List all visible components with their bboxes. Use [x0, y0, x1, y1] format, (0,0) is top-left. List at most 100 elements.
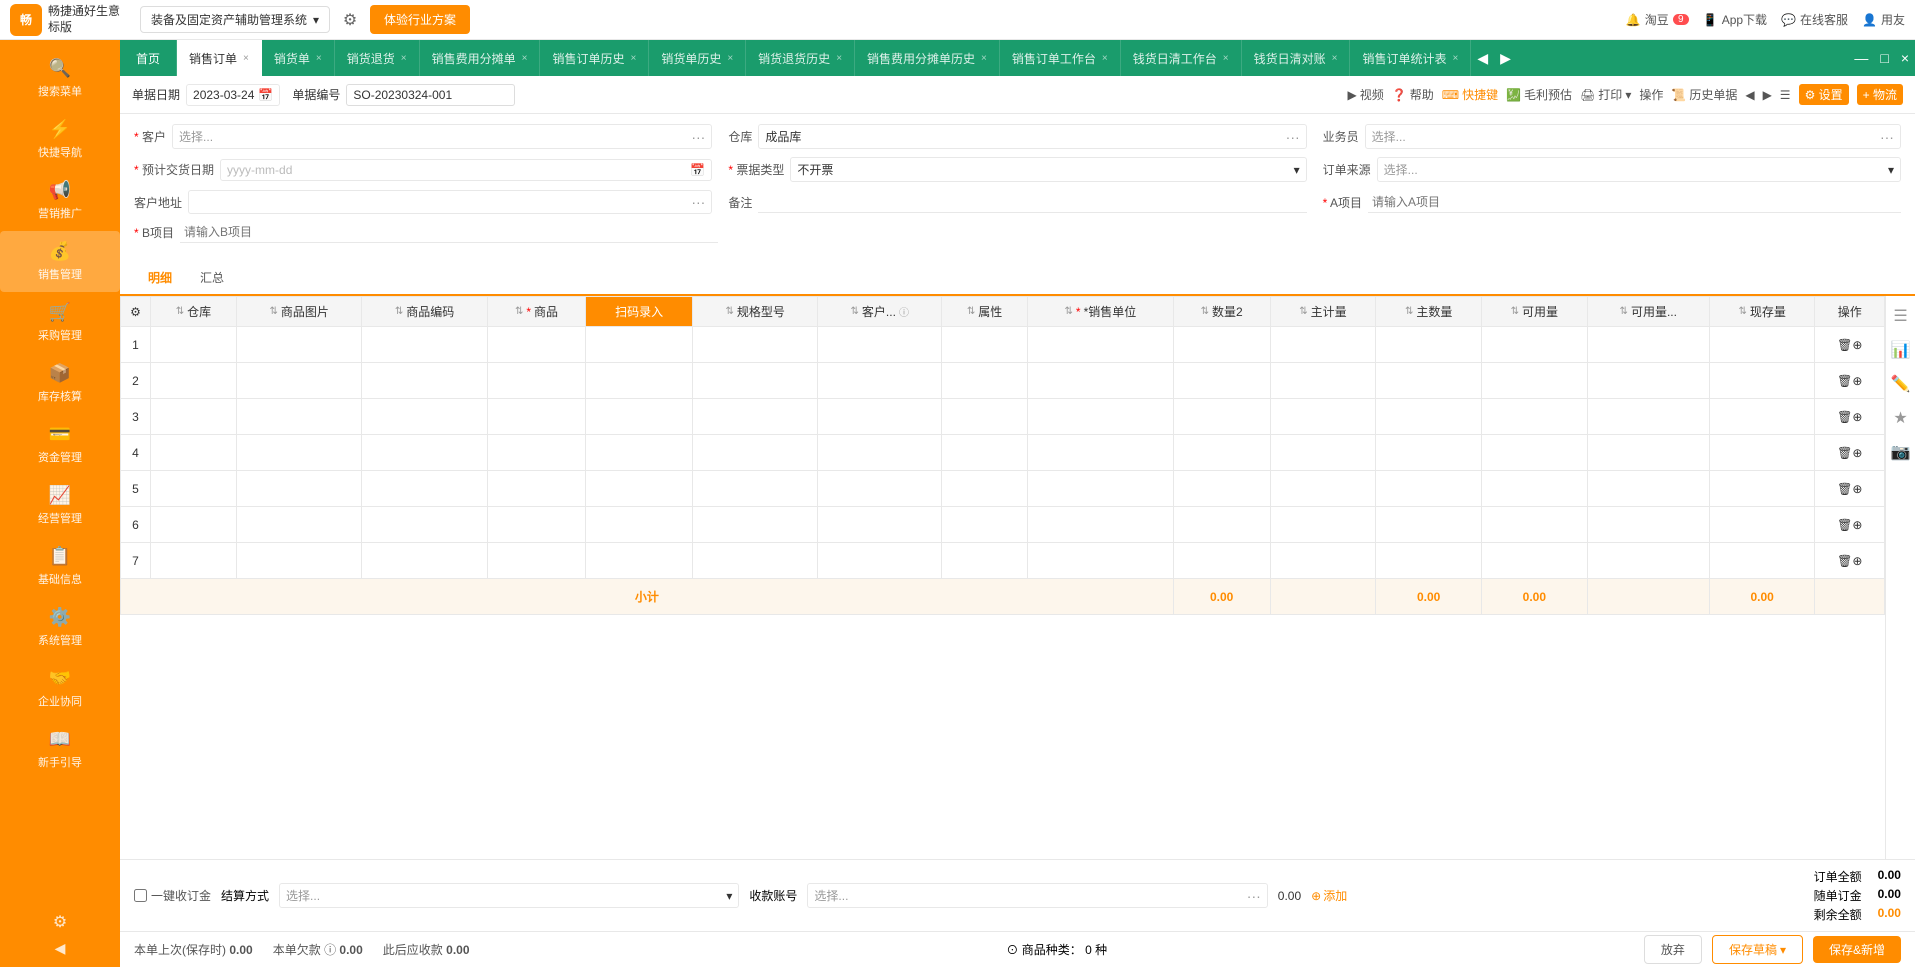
sidebar-item-operations[interactable]: 📈 经营管理: [0, 475, 120, 536]
sidebar-item-finance[interactable]: 💳 资金管理: [0, 414, 120, 475]
copy-row-icon[interactable]: ⊕: [1852, 446, 1862, 460]
col-unit[interactable]: ⇅**销售单位: [1028, 297, 1174, 327]
view-toggle-list[interactable]: ☰: [1780, 88, 1791, 102]
copy-row-icon[interactable]: ⊕: [1852, 518, 1862, 532]
customer-dots-button[interactable]: ···: [691, 129, 705, 145]
col-code[interactable]: ⇅商品编码: [362, 297, 487, 327]
invoice-type-select[interactable]: 不开票 ▾: [790, 157, 1306, 182]
account-input[interactable]: 选择... ···: [807, 883, 1267, 908]
tab-return[interactable]: 销货退货 ×: [335, 40, 420, 76]
col-scan[interactable]: 扫码录入: [586, 297, 693, 327]
tab-close-sales-order[interactable]: ×: [243, 53, 249, 64]
help-button[interactable]: ❓ 帮助: [1392, 86, 1434, 103]
delete-row-icon[interactable]: 🗑: [1837, 374, 1852, 388]
operation-button[interactable]: 操作: [1639, 86, 1663, 103]
col-main-qty[interactable]: ⇅主数量: [1376, 297, 1482, 327]
gear-button[interactable]: ⚙: [336, 6, 364, 34]
col-available2[interactable]: ⇅可用量...: [1587, 297, 1709, 327]
sidebar-item-marketing[interactable]: 📢 营销推广: [0, 170, 120, 231]
support-button[interactable]: 💬 在线客服: [1781, 11, 1848, 28]
save-draft-button[interactable]: 保存草稿 ▾: [1712, 935, 1803, 964]
one-click-checkbox-input[interactable]: [134, 889, 147, 902]
shortcut-button[interactable]: ⌨ 快捷键: [1442, 86, 1498, 103]
tab-return-history[interactable]: 销货退货历史 ×: [746, 40, 855, 76]
industry-button[interactable]: 体验行业方案: [370, 5, 470, 34]
tab-detail[interactable]: 明细: [134, 261, 186, 296]
tab-daily-account[interactable]: 钱货日清对账 ×: [1242, 40, 1351, 76]
tab-restore-button[interactable]: □: [1874, 50, 1894, 66]
right-icon-edit[interactable]: ✏️: [1891, 374, 1911, 394]
warehouse-input[interactable]: 成品库 ···: [758, 124, 1306, 149]
tab-sales-order[interactable]: 销售订单 ×: [177, 40, 262, 76]
sidebar-item-guide[interactable]: 📖 新手引导: [0, 719, 120, 780]
tab-close-fee-split[interactable]: ×: [522, 53, 528, 64]
add-button[interactable]: ⊕ 添加: [1311, 887, 1347, 904]
tab-close-daily-account[interactable]: ×: [1332, 53, 1338, 64]
nav-next-record[interactable]: ▶: [1763, 88, 1772, 102]
user-menu[interactable]: 👤 用友: [1862, 11, 1905, 28]
delete-row-icon[interactable]: 🗑: [1837, 338, 1852, 352]
tab-minimize-button[interactable]: —: [1848, 50, 1874, 66]
delete-row-icon[interactable]: 🗑: [1837, 554, 1852, 568]
tab-sales-goods[interactable]: 销货单 ×: [262, 40, 335, 76]
tab-home[interactable]: 首页: [120, 40, 177, 76]
settings-button[interactable]: ⚙ 设置: [1799, 84, 1849, 105]
copy-row-icon[interactable]: ⊕: [1852, 482, 1862, 496]
col-image[interactable]: ⇅商品图片: [236, 297, 361, 327]
tab-close-order-stats[interactable]: ×: [1452, 53, 1458, 64]
col-warehouse[interactable]: ⇅仓库: [151, 297, 237, 327]
tab-close-daily-workbench[interactable]: ×: [1223, 53, 1229, 64]
col-qty2[interactable]: ⇅数量2: [1173, 297, 1270, 327]
copy-row-icon[interactable]: ⊕: [1852, 410, 1862, 424]
one-click-checkbox[interactable]: 一键收订金: [134, 887, 211, 904]
notification-button[interactable]: 🔔 淘豆 9: [1626, 11, 1689, 28]
col-customer-code[interactable]: ⇅客户...ⓘ: [818, 297, 942, 327]
addr-dots-button[interactable]: ···: [691, 194, 705, 210]
sidebar-item-cooperation[interactable]: 🤝 企业协同: [0, 658, 120, 719]
tab-daily-workbench[interactable]: 钱货日清工作台 ×: [1121, 40, 1242, 76]
account-dots-button[interactable]: ···: [1247, 888, 1261, 904]
tab-fee-history[interactable]: 销售费用分摊单历史 ×: [855, 40, 1000, 76]
col-spec[interactable]: ⇅规格型号: [693, 297, 818, 327]
order-source-select[interactable]: 选择... ▾: [1377, 157, 1901, 182]
delete-row-icon[interactable]: 🗑: [1837, 410, 1852, 424]
tab-nav-prev[interactable]: ◀: [1471, 40, 1494, 76]
col-settings[interactable]: ⚙: [121, 297, 151, 327]
doc-no-input[interactable]: [346, 84, 515, 106]
col-main-unit[interactable]: ⇅主计量: [1270, 297, 1376, 327]
tab-fee-split[interactable]: 销售费用分摊单 ×: [420, 40, 541, 76]
tab-nav-next[interactable]: ▶: [1494, 40, 1517, 76]
discard-button[interactable]: 放弃: [1644, 935, 1702, 964]
delete-row-icon[interactable]: 🗑: [1837, 482, 1852, 496]
delivery-date-input[interactable]: yyyy-mm-dd 📅: [220, 159, 712, 181]
right-icon-scan[interactable]: 📷: [1891, 442, 1911, 462]
col-stock[interactable]: ⇅现存量: [1709, 297, 1815, 327]
salesman-input[interactable]: 选择... ···: [1365, 124, 1901, 149]
date-input[interactable]: 2023-03-24 📅: [186, 84, 280, 106]
tab-close-order-workbench[interactable]: ×: [1102, 53, 1108, 64]
tab-goods-history[interactable]: 销货单历史 ×: [649, 40, 746, 76]
sidebar-item-purchase[interactable]: 🛒 采购管理: [0, 292, 120, 353]
view-video-button[interactable]: ▶ 视频: [1348, 86, 1384, 103]
settings-bottom-icon[interactable]: ⚙: [53, 912, 67, 932]
right-icon-table[interactable]: 📊: [1891, 340, 1911, 360]
tab-summary[interactable]: 汇总: [186, 261, 238, 294]
delete-row-icon[interactable]: 🗑: [1837, 518, 1852, 532]
customer-input[interactable]: 选择... ···: [172, 124, 712, 149]
payment-method-select[interactable]: 选择... ▾: [279, 883, 739, 908]
customer-addr-input[interactable]: ···: [188, 190, 712, 214]
right-icon-star[interactable]: ★: [1893, 408, 1907, 428]
sidebar-item-sales[interactable]: 💰 销售管理: [0, 231, 120, 292]
copy-row-icon[interactable]: ⊕: [1852, 554, 1862, 568]
profit-button[interactable]: 💹 毛利预估: [1506, 86, 1572, 103]
nav-prev-record[interactable]: ◀: [1745, 88, 1754, 102]
copy-row-icon[interactable]: ⊕: [1852, 374, 1862, 388]
sidebar-item-search[interactable]: 🔍 搜索菜单: [0, 48, 120, 109]
warehouse-dots-button[interactable]: ···: [1286, 129, 1300, 145]
add-goods-button[interactable]: + 物流: [1857, 84, 1903, 105]
col-available[interactable]: ⇅可用量: [1482, 297, 1588, 327]
sidebar-item-quick-nav[interactable]: ⚡ 快捷导航: [0, 109, 120, 170]
a-project-input[interactable]: [1368, 192, 1901, 213]
collapse-sidebar-button[interactable]: ◀: [55, 940, 66, 957]
notes-input[interactable]: [758, 192, 1306, 213]
